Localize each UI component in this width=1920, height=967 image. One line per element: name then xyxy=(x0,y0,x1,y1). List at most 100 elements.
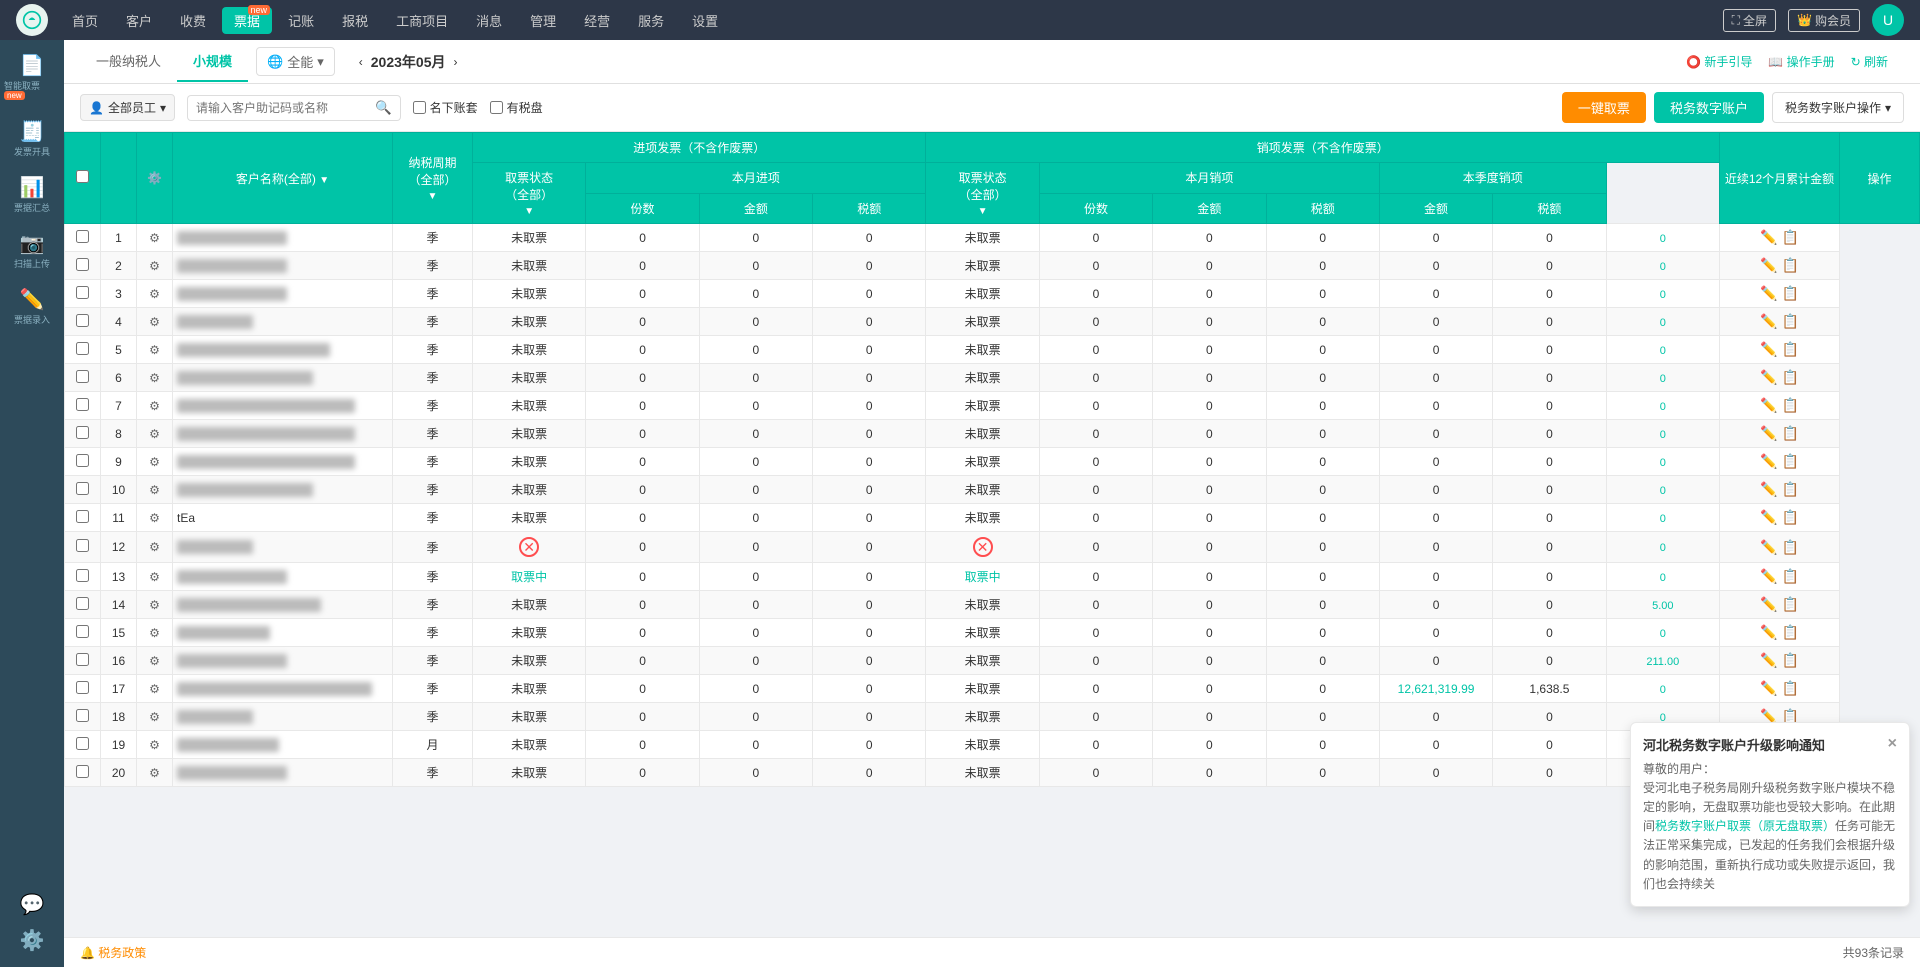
table-cell[interactable]: ✏️📋 xyxy=(1720,448,1840,476)
nav-operation[interactable]: 经营 xyxy=(572,7,622,34)
row-gear-icon[interactable]: ⚙ xyxy=(149,315,160,329)
row-gear-icon[interactable]: ⚙ xyxy=(149,710,160,724)
nav-settings[interactable]: 设置 xyxy=(680,7,730,34)
nav-message[interactable]: 消息 xyxy=(464,7,514,34)
edit-icon[interactable]: ✏️ xyxy=(1760,397,1777,414)
row-checkbox[interactable] xyxy=(76,426,89,439)
row-gear-icon[interactable]: ⚙ xyxy=(149,259,160,273)
copy-icon[interactable]: 📋 xyxy=(1782,397,1799,414)
copy-icon[interactable]: 📋 xyxy=(1782,624,1799,641)
table-cell[interactable]: ⚙ xyxy=(137,448,173,476)
copy-icon[interactable]: 📋 xyxy=(1782,568,1799,585)
row-checkbox[interactable] xyxy=(76,342,89,355)
copy-icon[interactable]: 📋 xyxy=(1782,285,1799,302)
select-all-checkbox[interactable] xyxy=(76,170,89,183)
row-checkbox[interactable] xyxy=(76,737,89,750)
row-gear-icon[interactable]: ⚙ xyxy=(149,231,160,245)
table-cell[interactable] xyxy=(65,308,101,336)
table-cell[interactable] xyxy=(65,703,101,731)
table-cell[interactable]: ⚙ xyxy=(137,675,173,703)
table-cell[interactable] xyxy=(65,759,101,787)
digital-account-ops-button[interactable]: 税务数字账户操作 ▾ xyxy=(1772,92,1904,123)
search-button[interactable]: 🔍 xyxy=(367,95,401,121)
table-cell[interactable]: ✏️📋 xyxy=(1720,563,1840,591)
row-gear-icon[interactable]: ⚙ xyxy=(149,738,160,752)
tab-general-taxpayer[interactable]: 一般纳税人 xyxy=(80,41,177,82)
edit-icon[interactable]: ✏️ xyxy=(1760,313,1777,330)
nav-tax[interactable]: 报税 xyxy=(330,7,380,34)
table-cell[interactable]: ✏️ 📋 xyxy=(1720,392,1840,420)
edit-icon[interactable]: ✏️ xyxy=(1760,481,1777,498)
row-checkbox[interactable] xyxy=(76,709,89,722)
copy-icon[interactable]: 📋 xyxy=(1782,509,1799,526)
row-gear-icon[interactable]: ⚙ xyxy=(149,654,160,668)
nav-admin[interactable]: 管理 xyxy=(518,7,568,34)
edit-icon[interactable]: ✏️ xyxy=(1760,539,1777,556)
sidebar-item-invoice-entry[interactable]: ✏️ 票据录入 xyxy=(0,282,64,334)
copy-icon[interactable]: 📋 xyxy=(1782,369,1799,386)
table-cell[interactable]: ✏️ 📋 xyxy=(1720,504,1840,532)
table-cell[interactable] xyxy=(65,420,101,448)
table-cell[interactable]: ⚙ xyxy=(137,563,173,591)
link-guide[interactable]: ⭕ 新手引导 xyxy=(1686,53,1752,70)
row-checkbox[interactable] xyxy=(76,370,89,383)
row-checkbox[interactable] xyxy=(76,653,89,666)
link-refresh[interactable]: ↻ 刷新 xyxy=(1851,53,1888,70)
table-cell[interactable]: ✏️📋 xyxy=(1720,336,1840,364)
edit-icon[interactable]: ✏️ xyxy=(1760,652,1777,669)
tax-disk-checkbox[interactable]: 有税盘 xyxy=(490,99,543,116)
table-cell[interactable]: ⚙ xyxy=(137,647,173,675)
table-cell[interactable]: ⚙ xyxy=(137,619,173,647)
table-cell[interactable] xyxy=(65,563,101,591)
row-gear-icon[interactable]: ⚙ xyxy=(149,287,160,301)
edit-icon[interactable]: ✏️ xyxy=(1760,285,1777,302)
link-manual[interactable]: 📖 操作手册 xyxy=(1768,53,1834,70)
sidebar-item-msg[interactable]: 💬 xyxy=(16,887,49,923)
row-gear-icon[interactable]: ⚙ xyxy=(149,343,160,357)
table-cell[interactable] xyxy=(65,448,101,476)
copy-icon[interactable]: 📋 xyxy=(1782,229,1799,246)
nav-accounting[interactable]: 记账 xyxy=(276,7,326,34)
table-cell[interactable] xyxy=(65,476,101,504)
table-cell[interactable]: ✏️ 📋 xyxy=(1720,224,1840,252)
table-cell[interactable]: ✏️📋 xyxy=(1720,308,1840,336)
row-checkbox[interactable] xyxy=(76,286,89,299)
table-cell[interactable] xyxy=(65,224,101,252)
member-button[interactable]: 👑 购会员 xyxy=(1788,9,1860,32)
row-checkbox[interactable] xyxy=(76,510,89,523)
table-cell[interactable] xyxy=(65,252,101,280)
table-cell[interactable]: ⚙ xyxy=(137,364,173,392)
edit-icon[interactable]: ✏️ xyxy=(1760,229,1777,246)
tab-all-capable[interactable]: 🌐 全能 ▾ xyxy=(256,47,335,76)
user-avatar[interactable]: U xyxy=(1872,4,1904,36)
row-gear-icon[interactable]: ⚙ xyxy=(149,511,160,525)
nav-invoice[interactable]: 票据 new xyxy=(222,7,272,34)
table-cell[interactable]: ⚙ xyxy=(137,252,173,280)
one-click-fetch-button[interactable]: 一键取票 xyxy=(1562,92,1646,123)
edit-icon[interactable]: ✏️ xyxy=(1760,425,1777,442)
edit-icon[interactable]: ✏️ xyxy=(1760,509,1777,526)
copy-icon[interactable]: 📋 xyxy=(1782,481,1799,498)
row-checkbox[interactable] xyxy=(76,314,89,327)
nav-client[interactable]: 客户 xyxy=(114,7,164,34)
copy-icon[interactable]: 📋 xyxy=(1782,453,1799,470)
table-cell[interactable] xyxy=(65,364,101,392)
table-cell[interactable] xyxy=(65,731,101,759)
table-cell[interactable]: ⚙ xyxy=(137,731,173,759)
fullscreen-button[interactable]: ⛶ 全屏 xyxy=(1723,9,1776,32)
tax-disk-checkbox-input[interactable] xyxy=(490,101,503,114)
employee-select[interactable]: 👤 全部员工 ▾ xyxy=(80,94,175,121)
table-cell[interactable]: ⚙ xyxy=(137,476,173,504)
copy-icon[interactable]: 📋 xyxy=(1782,257,1799,274)
digital-account-button[interactable]: 税务数字账户 xyxy=(1654,92,1764,123)
row-gear-icon[interactable]: ⚙ xyxy=(149,626,160,640)
row-gear-icon[interactable]: ⚙ xyxy=(149,371,160,385)
sidebar-item-scan-upload[interactable]: 📷 扫描上传 xyxy=(0,226,64,278)
edit-icon[interactable]: ✏️ xyxy=(1760,624,1777,641)
period-prev-button[interactable]: ‹ xyxy=(359,55,363,69)
row-checkbox[interactable] xyxy=(76,681,89,694)
sidebar-item-invoice-summary[interactable]: 📊 票据汇总 xyxy=(0,170,64,222)
table-cell[interactable]: ✏️📋 xyxy=(1720,252,1840,280)
table-cell[interactable]: ✏️ 📋 xyxy=(1720,280,1840,308)
search-input[interactable] xyxy=(187,95,367,121)
